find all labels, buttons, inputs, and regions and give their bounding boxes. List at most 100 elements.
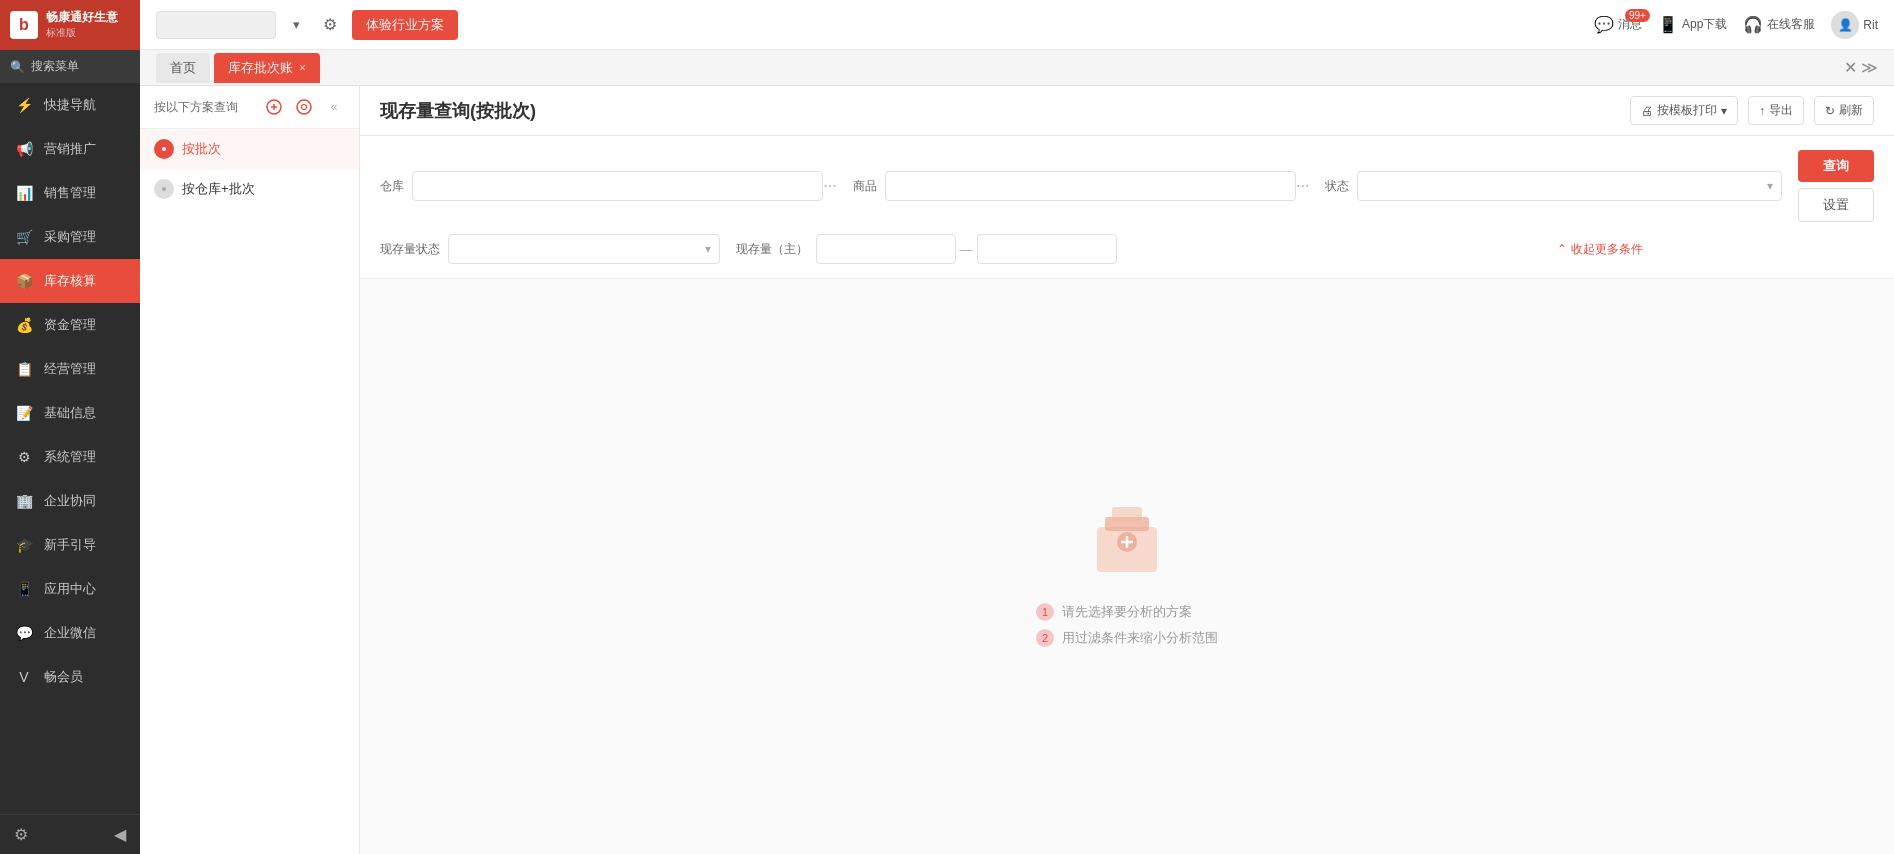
sidebar: b 畅康通好生意 标准版 🔍 搜索菜单 ⚡ 快捷导航 📢 营销推广 📊 销售管理… [0,0,140,854]
refresh-icon: ↻ [1825,104,1835,118]
nav-label-basic: 基础信息 [44,404,96,422]
close-icon: ✕ [1844,58,1857,77]
stock-status-arrow: ▾ [705,242,711,256]
print-dropdown-icon: ▾ [1721,104,1727,118]
app-download-icon: 📱 [1658,15,1678,34]
sidebar-item-operations[interactable]: 📋 经营管理 [0,347,140,391]
filter-row-2: 现存量状态 ▾ 现存量（主） — ⌃ [380,234,1874,264]
collapse-icon: ⌃ [1557,242,1567,256]
sidebar-item-app-center[interactable]: 📱 应用中心 [0,567,140,611]
nav-label-newbie: 新手引导 [44,536,96,554]
sidebar-item-system[interactable]: ⚙ 系统管理 [0,435,140,479]
product-field: 商品 ··· [853,171,1310,201]
add-scheme-btn[interactable] [263,96,285,118]
stock-qty-input-to[interactable] [977,234,1117,264]
tip-num-2: 2 [1036,629,1054,647]
sidebar-item-sales[interactable]: 📊 销售管理 [0,171,140,215]
page-title: 现存量查询(按批次) [380,99,536,123]
sidebar-header: b 畅康通好生意 标准版 [0,0,140,50]
sidebar-item-basic[interactable]: 📝 基础信息 [0,391,140,435]
status-dropdown[interactable]: ▾ [1357,171,1782,201]
nav-label-enterprise: 企业协同 [44,492,96,510]
tip-text-1: 请先选择要分析的方案 [1062,603,1192,621]
footer-settings-icon[interactable]: ⚙ [14,825,28,844]
tip-num-1: 1 [1036,603,1054,621]
page-title-actions: 🖨 按模板打印 ▾ ↑ 导出 ↻ 刷新 [1630,96,1874,125]
status-dropdown-arrow: ▾ [1767,179,1773,193]
nav-label-finance: 资金管理 [44,316,96,334]
search-label: 搜索菜单 [31,58,79,75]
left-panel: 按以下方案查询 [140,86,360,854]
sidebar-item-enterprise-wechat[interactable]: 💬 企业微信 [0,611,140,655]
user-avatar: 👤 [1831,11,1859,39]
page-title-bar: 现存量查询(按批次) 🖨 按模板打印 ▾ ↑ 导出 ↻ 刷新 [360,86,1894,136]
finance-icon: 💰 [14,315,34,335]
app-version: 标准版 [46,26,118,40]
svg-point-8 [162,187,166,191]
sidebar-search[interactable]: 🔍 搜索菜单 [0,50,140,83]
sidebar-item-finance[interactable]: 💰 资金管理 [0,303,140,347]
tab-close-btn[interactable]: × [299,61,306,75]
main-content: ▾ ⚙ 体验行业方案 💬 消息 99+ 📱 App下载 🎧 在线客服 👤 [140,0,1894,854]
sidebar-item-enterprise[interactable]: 🏢 企业协同 [0,479,140,523]
product-dots[interactable]: ··· [1296,177,1309,195]
topbar-search-input[interactable] [156,11,276,39]
left-panel-header: 按以下方案查询 [140,86,359,129]
quick-nav-icon: ⚡ [14,95,34,115]
purchase-icon: 🛒 [14,227,34,247]
print-icon: 🖨 [1641,104,1653,118]
sidebar-item-inventory[interactable]: 📦 库存核算 [0,259,140,303]
empty-state: 1 请先选择要分析的方案 2 用过滤条件来缩小分析范围 [1036,487,1218,647]
product-label: 商品 [853,178,877,195]
sidebar-item-newbie[interactable]: 🎓 新手引导 [0,523,140,567]
nav-label-purchase: 采购管理 [44,228,96,246]
sidebar-item-member[interactable]: V 畅会员 [0,655,140,699]
print-btn[interactable]: 🖨 按模板打印 ▾ [1630,96,1738,125]
sidebar-collapse-icon[interactable]: ◀ [114,825,126,844]
scheme-by-warehouse-batch[interactable]: 按仓库+批次 [140,169,359,209]
topbar-breadcrumb-area: ▾ ⚙ 体验行业方案 [156,10,1584,40]
sidebar-item-quick-nav[interactable]: ⚡ 快捷导航 [0,83,140,127]
collapse-filter-btn[interactable]: ⌃ 收起更多条件 [1557,241,1643,258]
stock-status-field: 现存量状态 ▾ [380,234,720,264]
app-title-block: 畅康通好生意 标准版 [46,10,118,40]
experience-btn[interactable]: 体验行业方案 [352,10,458,40]
app-download-label: App下载 [1682,16,1727,33]
query-btn[interactable]: 查询 [1798,150,1874,182]
message-btn[interactable]: 💬 消息 99+ [1594,15,1642,34]
refresh-btn[interactable]: ↻ 刷新 [1814,96,1874,125]
user-info-btn[interactable]: 👤 Rit [1831,11,1878,39]
stock-status-dropdown[interactable]: ▾ [448,234,720,264]
panel-collapse-btn[interactable]: « [323,96,345,118]
filter-area: 仓库 ··· 商品 ··· 状态 ▾ [360,136,1894,279]
stock-qty-input-from[interactable] [816,234,956,264]
nav-label-inventory: 库存核算 [44,272,96,290]
product-input[interactable] [885,171,1296,201]
sidebar-item-purchase[interactable]: 🛒 采购管理 [0,215,140,259]
topbar-gear-icon[interactable]: ⚙ [316,11,344,39]
app-name: 畅康通好生意 [46,10,118,26]
tab-sidebar-close-btn[interactable]: ✕ ≫ [1844,58,1878,77]
online-support-btn[interactable]: 🎧 在线客服 [1743,15,1815,34]
newbie-icon: 🎓 [14,535,34,555]
online-support-label: 在线客服 [1767,16,1815,33]
tab-home[interactable]: 首页 [156,53,210,83]
member-icon: V [14,667,34,687]
export-btn[interactable]: ↑ 导出 [1748,96,1804,125]
svg-point-3 [297,100,311,114]
nav-label-operations: 经营管理 [44,360,96,378]
empty-tips: 1 请先选择要分析的方案 2 用过滤条件来缩小分析范围 [1036,603,1218,647]
tab-inventory-batch[interactable]: 库存批次账 × [214,53,320,83]
sidebar-item-marketing[interactable]: 📢 营销推广 [0,127,140,171]
warehouse-input[interactable] [412,171,823,201]
warehouse-dots[interactable]: ··· [823,177,836,195]
stock-qty-label: 现存量（主） [736,241,808,258]
scheme-settings-btn[interactable] [293,96,315,118]
scheme-by-batch[interactable]: 按批次 [140,129,359,169]
nav-label-system: 系统管理 [44,448,96,466]
settings-btn[interactable]: 设置 [1798,188,1874,222]
app-download-btn[interactable]: 📱 App下载 [1658,15,1727,34]
message-badge: 99+ [1625,9,1650,22]
tab-bar: 首页 库存批次账 × ✕ ≫ [140,50,1894,86]
topbar-dropdown-btn[interactable]: ▾ [284,13,308,37]
